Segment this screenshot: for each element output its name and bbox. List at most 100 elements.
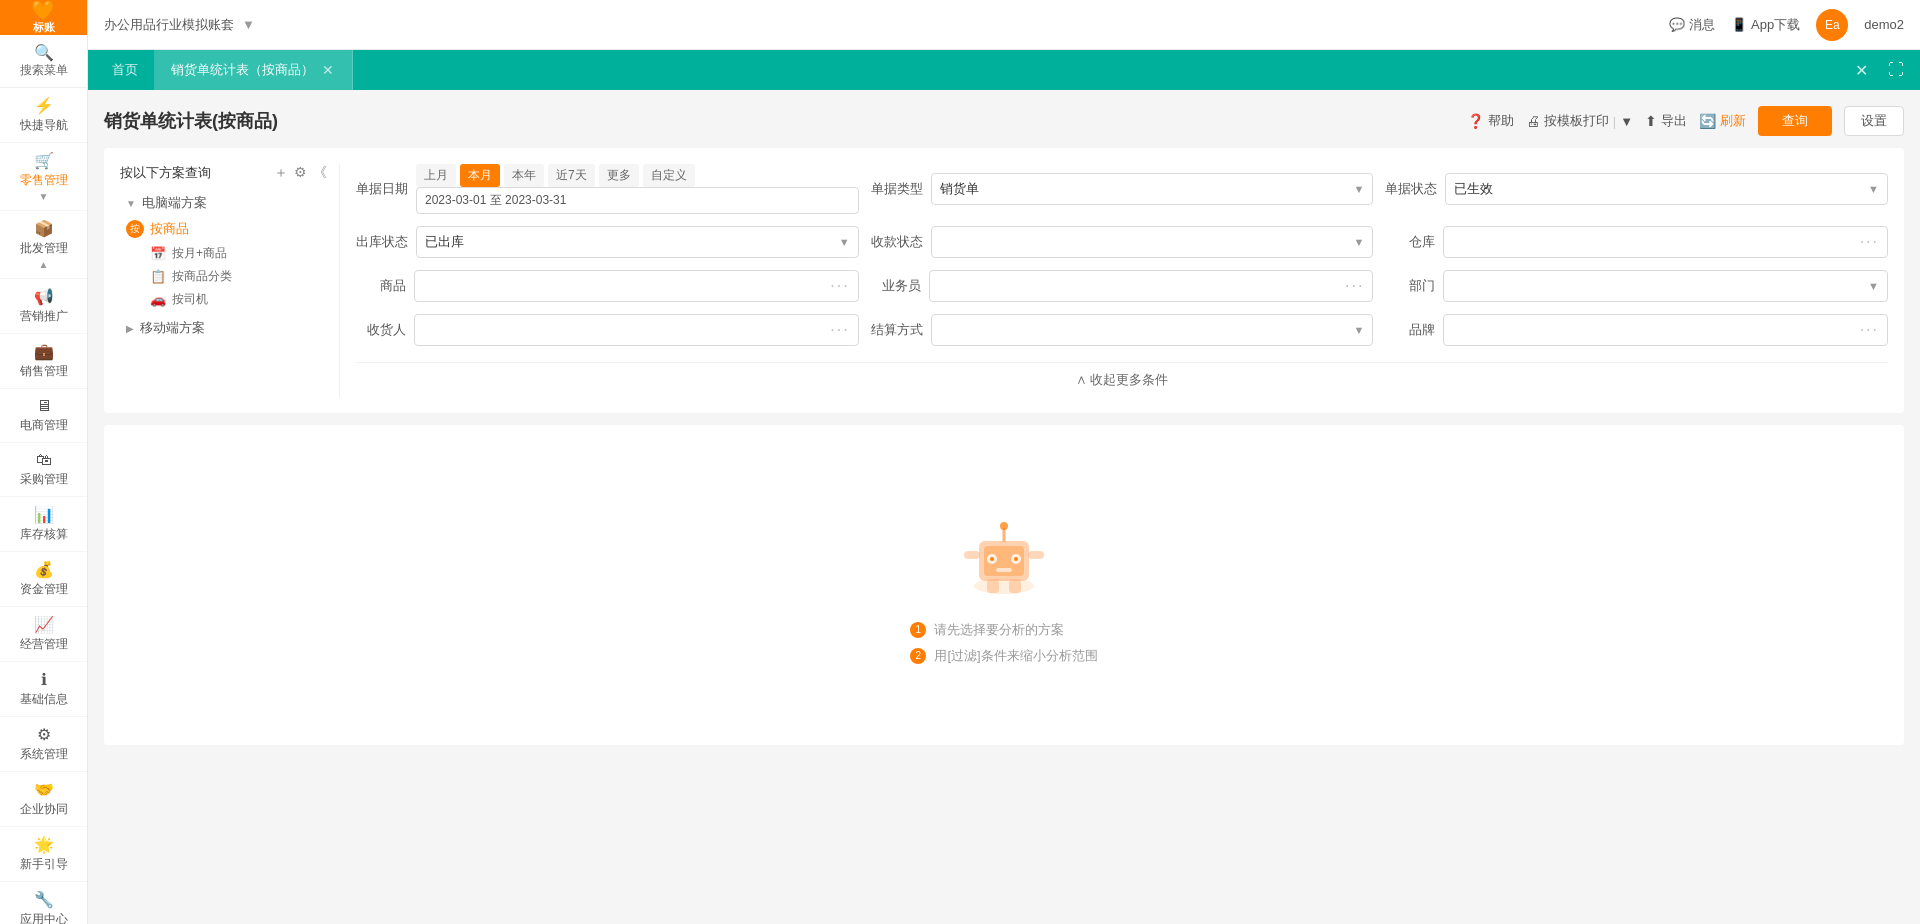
sidebar-item-guide[interactable]: 🌟 新手引导 bbox=[0, 827, 87, 882]
app-download-btn[interactable]: 📱 App下载 bbox=[1731, 16, 1800, 34]
scheme-item-by-product[interactable]: 按 按商品 bbox=[120, 216, 327, 242]
user-label: demo2 bbox=[1864, 17, 1904, 32]
svg-point-5 bbox=[990, 557, 994, 561]
scheme-settings-icon[interactable]: ⚙ bbox=[294, 164, 307, 182]
help-btn[interactable]: ❓ 帮助 bbox=[1467, 112, 1514, 130]
date-range-input[interactable]: 2023-03-01 至 2023-03-31 bbox=[416, 187, 859, 214]
product-dots: ··· bbox=[830, 277, 849, 295]
export-icon: ⬆ bbox=[1645, 113, 1657, 129]
topbar-title: 办公用品行业模拟账套 bbox=[104, 16, 234, 34]
system-label: 系统管理 bbox=[20, 746, 68, 763]
settlement-input[interactable]: ▼ bbox=[931, 314, 1374, 346]
sidebar-item-appcenter[interactable]: 🔧 应用中心 bbox=[0, 882, 87, 924]
sidebar-item-operations[interactable]: 📈 经营管理 bbox=[0, 607, 87, 662]
scheme-sub-label: 按月+商品 bbox=[172, 245, 227, 262]
export-label: 导出 bbox=[1661, 112, 1687, 130]
guide-icon: 🌟 bbox=[34, 835, 54, 854]
filter-brand: 品牌 ··· bbox=[1385, 314, 1888, 346]
sidebar-item-purchase[interactable]: 🛍 采购管理 bbox=[0, 443, 87, 497]
date-tab-custom[interactable]: 自定义 bbox=[643, 164, 695, 187]
date-tab-thismonth[interactable]: 本月 bbox=[460, 164, 500, 187]
product-input[interactable]: ··· bbox=[414, 270, 859, 302]
sales-icon: 💼 bbox=[34, 342, 54, 361]
retail-icon: 🛒 bbox=[34, 151, 54, 170]
brand-label: 品牌 bbox=[1385, 321, 1435, 339]
tab-close-all-icon[interactable]: ✕ bbox=[1847, 57, 1876, 84]
sidebar-item-inventory[interactable]: 📊 库存核算 bbox=[0, 497, 87, 552]
filter-right: 单据日期 上月 本月 本年 近7天 更多 自定义 bbox=[356, 164, 1888, 397]
scheme-sub-month-product[interactable]: 📅 按月+商品 bbox=[120, 242, 327, 265]
guide-label: 新手引导 bbox=[20, 856, 68, 873]
scheme-sub-category[interactable]: 📋 按商品分类 bbox=[120, 265, 327, 288]
sidebar-item-basic[interactable]: ℹ 基础信息 bbox=[0, 662, 87, 717]
doc-status-input[interactable]: 已生效 ▼ bbox=[1445, 173, 1888, 205]
refresh-icon: 🔄 bbox=[1699, 113, 1716, 129]
refresh-btn[interactable]: 🔄 刷新 bbox=[1699, 112, 1746, 130]
logo-text: 标账 bbox=[33, 20, 55, 35]
collapse-bar[interactable]: ∧ 收起更多条件 bbox=[356, 362, 1888, 397]
settings-button[interactable]: 设置 bbox=[1844, 106, 1904, 136]
tab-sales-stat[interactable]: 销货单统计表（按商品） ✕ bbox=[155, 50, 353, 90]
avatar[interactable]: Ea bbox=[1816, 9, 1848, 41]
stock-out-input[interactable]: 已出库 ▼ bbox=[416, 226, 859, 258]
sidebar-item-enterprise[interactable]: 🤝 企业协同 bbox=[0, 772, 87, 827]
operations-label: 经营管理 bbox=[20, 636, 68, 653]
logo[interactable]: 🧡 标账 bbox=[0, 0, 87, 35]
date-tab-lastmonth[interactable]: 上月 bbox=[416, 164, 456, 187]
settlement-label: 结算方式 bbox=[871, 321, 923, 339]
scheme-group-mobile[interactable]: ▶ 移动端方案 bbox=[120, 315, 327, 341]
sidebar-item-marketing[interactable]: 📢 营销推广 bbox=[0, 279, 87, 334]
query-button[interactable]: 查询 bbox=[1758, 106, 1832, 136]
message-btn[interactable]: 💬 消息 bbox=[1669, 16, 1715, 34]
avatar-text: Ea bbox=[1825, 18, 1840, 32]
filter-payment: 收款状态 ▼ bbox=[871, 226, 1374, 258]
tab-fullscreen-icon[interactable]: ⛶ bbox=[1880, 57, 1912, 84]
warehouse-input[interactable]: ··· bbox=[1443, 226, 1888, 258]
help-icon: ❓ bbox=[1467, 113, 1484, 129]
print-dropdown-arrow[interactable]: ▼ bbox=[1620, 114, 1633, 129]
sidebar-item-wholesale[interactable]: 📦 批发管理 ▲ bbox=[0, 211, 87, 279]
brand-input[interactable]: ··· bbox=[1443, 314, 1888, 346]
department-input[interactable]: ▼ bbox=[1443, 270, 1888, 302]
enterprise-icon: 🤝 bbox=[34, 780, 54, 799]
date-tab-7days[interactable]: 近7天 bbox=[548, 164, 595, 187]
tab-home[interactable]: 首页 bbox=[96, 50, 155, 90]
scheme-panel-icons: ＋ ⚙ 《 bbox=[274, 164, 327, 182]
sidebar-item-sales[interactable]: 💼 销售管理 bbox=[0, 334, 87, 389]
sidebar-item-quicknav[interactable]: ⚡ 快捷导航 bbox=[0, 88, 87, 143]
sidebar-item-ecommerce[interactable]: 🖥 电商管理 bbox=[0, 389, 87, 443]
recipient-input[interactable]: ··· bbox=[414, 314, 859, 346]
scheme-sub-category-label: 按商品分类 bbox=[172, 268, 232, 285]
tabbar: 首页 销货单统计表（按商品） ✕ ✕ ⛶ bbox=[88, 50, 1920, 90]
print-divider: | bbox=[1613, 114, 1616, 129]
payment-label: 收款状态 bbox=[871, 233, 923, 251]
sidebar-item-finance[interactable]: 💰 资金管理 bbox=[0, 552, 87, 607]
scheme-collapse-icon[interactable]: 《 bbox=[313, 164, 327, 182]
stock-out-label: 出库状态 bbox=[356, 233, 408, 251]
scheme-add-icon[interactable]: ＋ bbox=[274, 164, 288, 182]
stock-out-value: 已出库 bbox=[425, 233, 464, 251]
tab-close-icon[interactable]: ✕ bbox=[320, 62, 336, 78]
doc-type-input[interactable]: 销货单 ▼ bbox=[931, 173, 1374, 205]
purchase-label: 采购管理 bbox=[20, 471, 68, 488]
scheme-pc-arrow: ▼ bbox=[126, 198, 136, 209]
topbar-dropdown-icon[interactable]: ▼ bbox=[242, 17, 255, 32]
scheme-sub-driver[interactable]: 🚗 按司机 bbox=[120, 288, 327, 311]
filter-row-3: 商品 ··· 业务员 ··· 部门 bbox=[356, 270, 1888, 302]
payment-input[interactable]: ▼ bbox=[931, 226, 1374, 258]
salesperson-dots: ··· bbox=[1345, 277, 1364, 295]
print-btn[interactable]: 🖨 按模板打印 | ▼ bbox=[1526, 112, 1633, 130]
sidebar-item-search[interactable]: 🔍 搜索菜单 bbox=[0, 35, 87, 88]
empty-step-2: 2 用[过滤]条件来缩小分析范围 bbox=[910, 643, 1097, 669]
wholesale-label: 批发管理 bbox=[20, 240, 68, 257]
export-btn[interactable]: ⬆ 导出 bbox=[1645, 112, 1687, 130]
date-tab-thisyear[interactable]: 本年 bbox=[504, 164, 544, 187]
wholesale-arrow: ▲ bbox=[39, 259, 49, 270]
date-tab-more[interactable]: 更多 bbox=[599, 164, 639, 187]
scheme-group-pc[interactable]: ▼ 电脑端方案 bbox=[120, 190, 327, 216]
sidebar-item-system[interactable]: ⚙ 系统管理 bbox=[0, 717, 87, 772]
scheme-sub-driver-label: 按司机 bbox=[172, 291, 208, 308]
salesperson-input[interactable]: ··· bbox=[929, 270, 1374, 302]
sidebar-item-retail[interactable]: 🛒 零售管理 ▼ bbox=[0, 143, 87, 211]
refresh-label: 刷新 bbox=[1720, 112, 1746, 130]
